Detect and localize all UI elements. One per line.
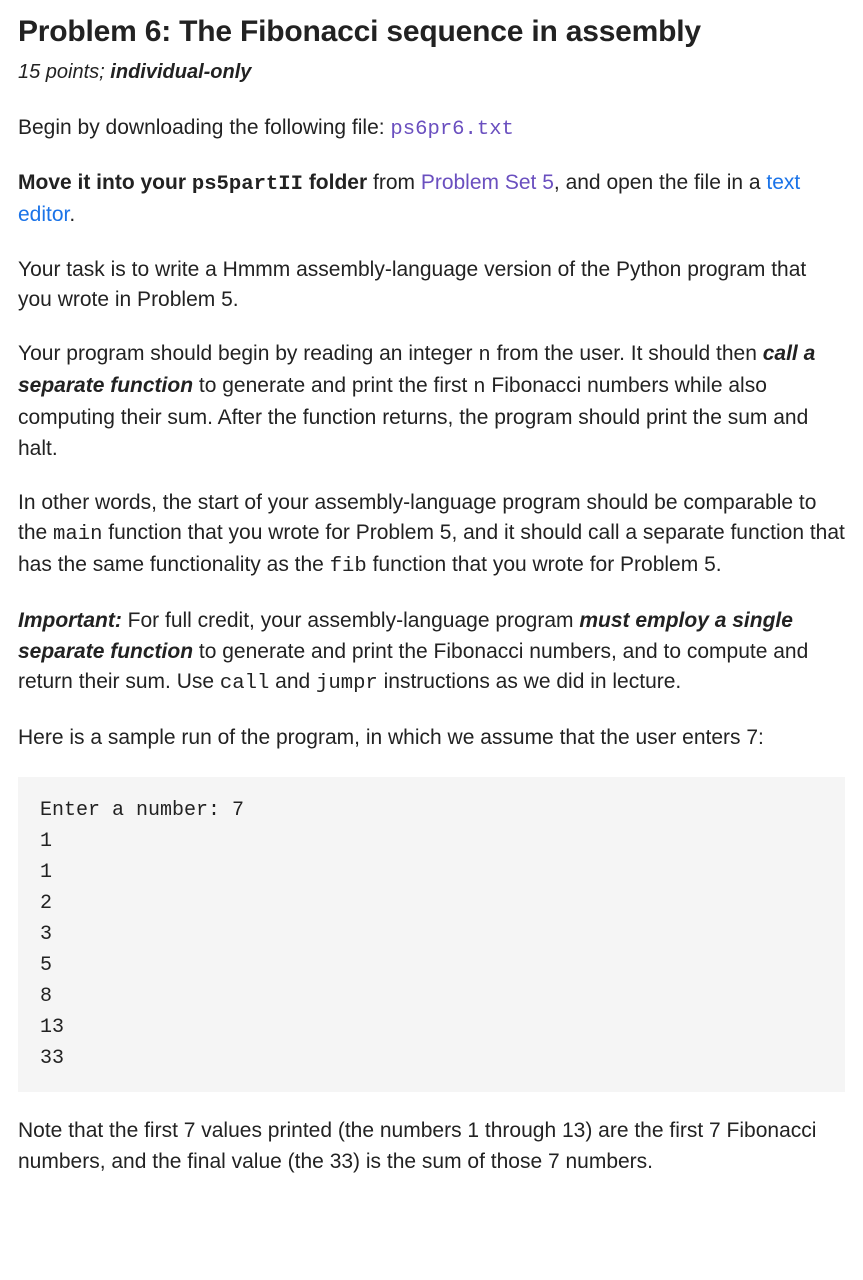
paragraph-important: Important: For full credit, your assembl… — [18, 606, 845, 699]
paragraph-move-file: Move it into your ps5partII folder from … — [18, 168, 845, 230]
problem-set-link[interactable]: Problem Set 5 — [421, 171, 554, 194]
paragraph-sample-intro: Here is a sample run of the program, in … — [18, 723, 845, 753]
sample-output: Enter a number: 7 1 1 2 3 5 8 13 33 — [18, 777, 845, 1092]
problem-heading: Problem 6: The Fibonacci sequence in ass… — [18, 10, 845, 54]
paragraph-download: Begin by downloading the following file:… — [18, 113, 845, 145]
paragraph-task: Your task is to write a Hmmm assembly-la… — [18, 255, 845, 316]
paragraph-note: Note that the first 7 values printed (th… — [18, 1116, 845, 1177]
problem-subtitle: 15 points; individual-only — [18, 58, 845, 87]
file-link[interactable]: ps6pr6.txt — [390, 116, 514, 139]
paragraph-analogy: In other words, the start of your assemb… — [18, 488, 845, 582]
paragraph-program-desc: Your program should begin by reading an … — [18, 339, 845, 464]
